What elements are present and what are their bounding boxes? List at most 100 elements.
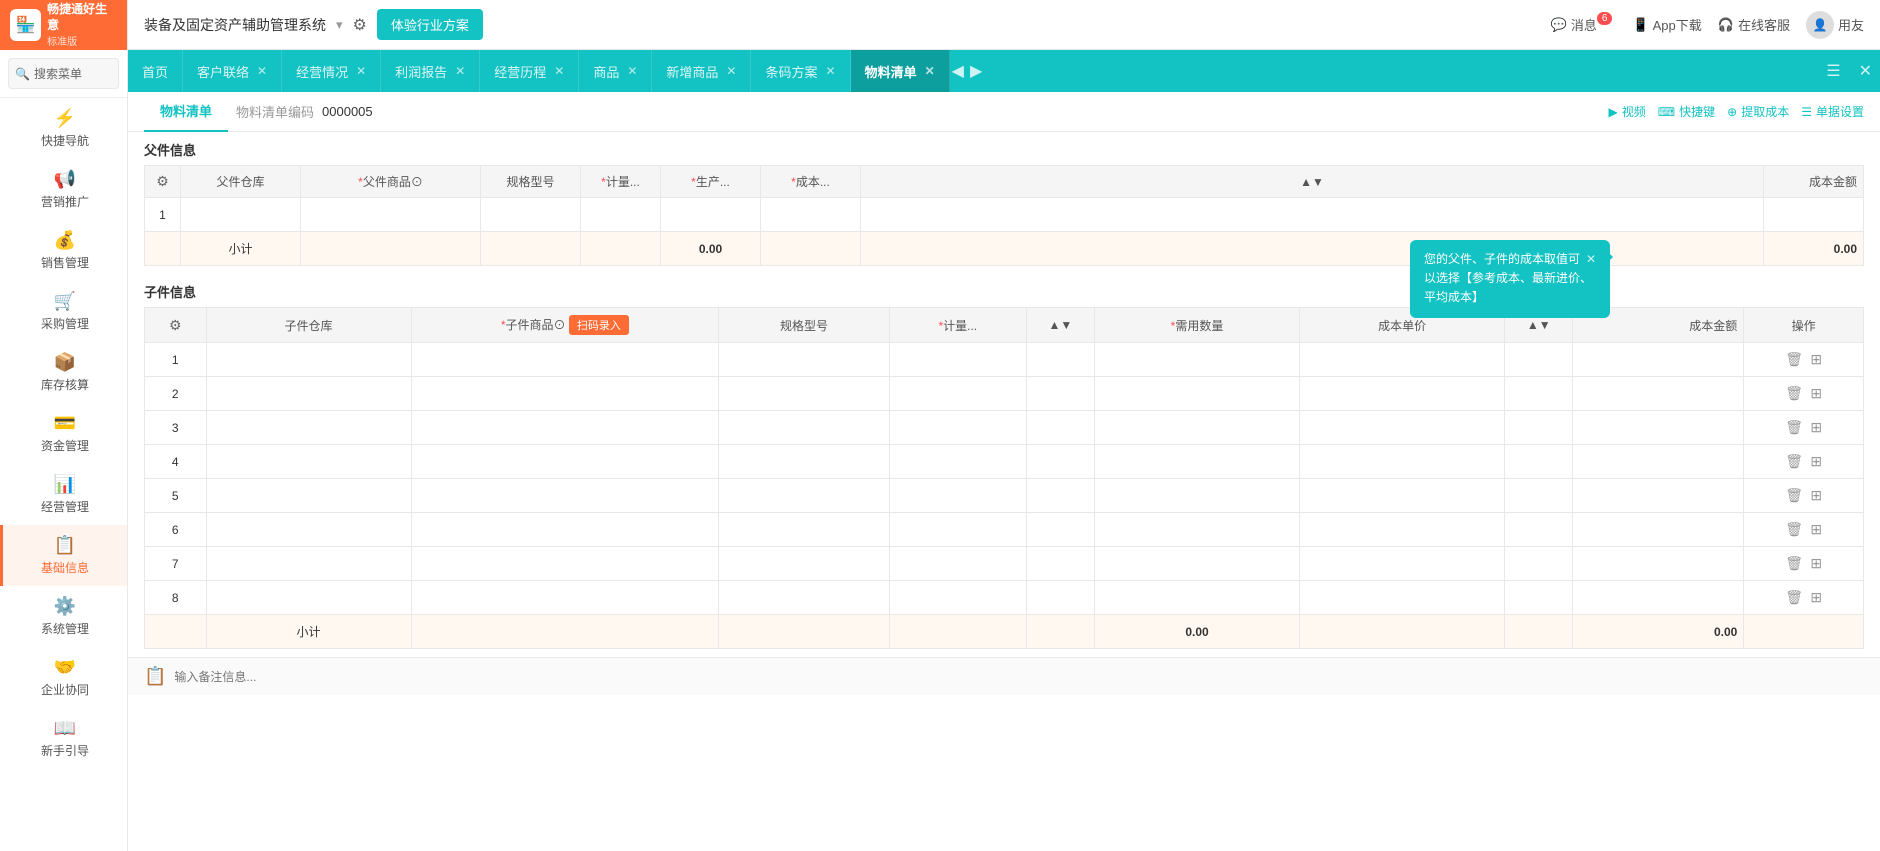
tab-customer[interactable]: 客户联络 ✕ (183, 50, 282, 92)
child-row-unitcost[interactable] (1300, 479, 1505, 513)
child-row-qty[interactable] (1095, 479, 1300, 513)
online-service-action[interactable]: 🎧 在线客服 (1718, 15, 1790, 34)
sidebar-item-sales[interactable]: 💰 销售管理 (0, 220, 127, 281)
tab-material-close[interactable]: ✕ (925, 64, 935, 78)
child-row-product[interactable] (411, 581, 719, 615)
extract-cost-button[interactable]: ⊕ 提取成本 (1727, 103, 1789, 120)
copy-icon[interactable]: ⊞ (1810, 589, 1822, 605)
child-row-spec[interactable] (719, 547, 890, 581)
sidebar-item-inventory[interactable]: 📦 库存核算 (0, 342, 127, 403)
child-row-unit[interactable] (889, 479, 1026, 513)
tab-barcode-close[interactable]: ✕ (826, 64, 836, 78)
delete-icon[interactable]: 🗑 (1785, 385, 1803, 401)
tab-new-product[interactable]: 新增商品 ✕ (652, 50, 751, 92)
copy-icon[interactable]: ⊞ (1810, 521, 1822, 537)
subtab-material-list[interactable]: 物料清单 (144, 92, 228, 132)
copy-icon[interactable]: ⊞ (1810, 385, 1822, 401)
note-input[interactable] (174, 670, 474, 684)
delete-icon[interactable]: 🗑 (1785, 589, 1803, 605)
trial-button[interactable]: 体验行业方案 (377, 9, 483, 40)
tab-barcode[interactable]: 条码方案 ✕ (751, 50, 850, 92)
child-row-spec[interactable] (719, 377, 890, 411)
sidebar-item-operation[interactable]: 📊 经营管理 (0, 464, 127, 525)
child-row-qty[interactable] (1095, 547, 1300, 581)
child-row-product[interactable] (411, 513, 719, 547)
child-row-warehouse[interactable] (206, 411, 411, 445)
child-row-product[interactable] (411, 547, 719, 581)
child-row-product[interactable] (411, 479, 719, 513)
copy-icon[interactable]: ⊞ (1810, 453, 1822, 469)
child-row-warehouse[interactable] (206, 581, 411, 615)
child-row-warehouse[interactable] (206, 377, 411, 411)
child-col-settings-icon[interactable]: ⚙ (169, 317, 182, 333)
col-settings-icon[interactable]: ⚙ (156, 173, 169, 189)
message-action[interactable]: 💬 消息 6 (1551, 15, 1617, 34)
delete-icon[interactable]: 🗑 (1785, 555, 1803, 571)
tab-profit-report[interactable]: 利润报告 ✕ (381, 50, 480, 92)
child-row-unit[interactable] (889, 581, 1026, 615)
child-row-unitcost[interactable] (1300, 343, 1505, 377)
delete-icon[interactable]: 🗑 (1785, 521, 1803, 537)
sidebar-item-guide[interactable]: 📖 新手引导 (0, 708, 127, 769)
child-row-spec[interactable] (719, 445, 890, 479)
sidebar-item-cooperation[interactable]: 🤝 企业协同 (0, 647, 127, 708)
row-warehouse[interactable] (181, 198, 301, 232)
child-row-warehouse[interactable] (206, 547, 411, 581)
child-row-unit[interactable] (889, 547, 1026, 581)
tab-op-close[interactable]: ✕ (356, 64, 366, 78)
view-button[interactable]: ▶ 视频 (1609, 103, 1646, 120)
child-row-qty[interactable] (1095, 377, 1300, 411)
search-menu-button[interactable]: 🔍 搜索菜单 (8, 58, 119, 89)
copy-icon[interactable]: ⊞ (1810, 487, 1822, 503)
tab-bh-close[interactable]: ✕ (554, 64, 564, 78)
child-row-unit[interactable] (889, 513, 1026, 547)
child-row-unit[interactable] (889, 411, 1026, 445)
sidebar-item-shortcuts[interactable]: ⚡ 快捷导航 (0, 98, 127, 159)
row-prod[interactable] (661, 198, 761, 232)
child-row-qty[interactable] (1095, 513, 1300, 547)
tab-business-history[interactable]: 经营历程 ✕ (480, 50, 579, 92)
delete-icon[interactable]: 🗑 (1785, 351, 1803, 367)
tab-operation-status[interactable]: 经营情况 ✕ (282, 50, 381, 92)
copy-icon[interactable]: ⊞ (1810, 351, 1822, 367)
child-row-unit[interactable] (889, 343, 1026, 377)
child-row-unitcost[interactable] (1300, 581, 1505, 615)
child-row-warehouse[interactable] (206, 445, 411, 479)
child-row-product[interactable] (411, 445, 719, 479)
copy-icon[interactable]: ⊞ (1810, 419, 1822, 435)
sidebar-item-purchase[interactable]: 🛒 采购管理 (0, 281, 127, 342)
child-row-product[interactable] (411, 377, 719, 411)
tab-profit-close[interactable]: ✕ (455, 64, 465, 78)
tab-prev-arrow[interactable]: ◀ (950, 61, 966, 81)
child-row-qty[interactable] (1095, 581, 1300, 615)
tab-next-arrow[interactable]: ▶ (968, 61, 984, 81)
tab-home[interactable]: 首页 (128, 50, 183, 92)
child-row-unitcost[interactable] (1300, 513, 1505, 547)
sidebar-item-marketing[interactable]: 📢 营销推广 (0, 159, 127, 220)
delete-icon[interactable]: 🗑 (1785, 419, 1803, 435)
shortcuts-button[interactable]: ⌨ 快捷键 (1658, 103, 1715, 120)
tab-material-list[interactable]: 物料清单 ✕ (851, 50, 950, 92)
sidebar-item-finance[interactable]: 💳 资金管理 (0, 403, 127, 464)
child-row-unitcost[interactable] (1300, 377, 1505, 411)
tab-product[interactable]: 商品 ✕ (579, 50, 652, 92)
row-cost[interactable] (761, 198, 861, 232)
child-row-qty[interactable] (1095, 343, 1300, 377)
user-action[interactable]: 👤 用友 (1806, 11, 1864, 39)
child-row-product[interactable] (411, 411, 719, 445)
child-row-unitcost[interactable] (1300, 547, 1505, 581)
child-row-spec[interactable] (719, 343, 890, 377)
child-row-unitcost[interactable] (1300, 411, 1505, 445)
child-row-spec[interactable] (719, 581, 890, 615)
scan-input-button[interactable]: 扫码录入 (569, 315, 629, 335)
settings-icon[interactable]: ⚙ (353, 15, 367, 35)
row-unit[interactable] (581, 198, 661, 232)
child-row-product[interactable] (411, 343, 719, 377)
sidebar-item-basic-info[interactable]: 📋 基础信息 (0, 525, 127, 586)
child-row-qty[interactable] (1095, 411, 1300, 445)
child-row-unit[interactable] (889, 445, 1026, 479)
row-spec[interactable] (481, 198, 581, 232)
close-window-button[interactable]: ✕ (1851, 61, 1880, 81)
child-row-qty[interactable] (1095, 445, 1300, 479)
delete-icon[interactable]: 🗑 (1785, 487, 1803, 503)
